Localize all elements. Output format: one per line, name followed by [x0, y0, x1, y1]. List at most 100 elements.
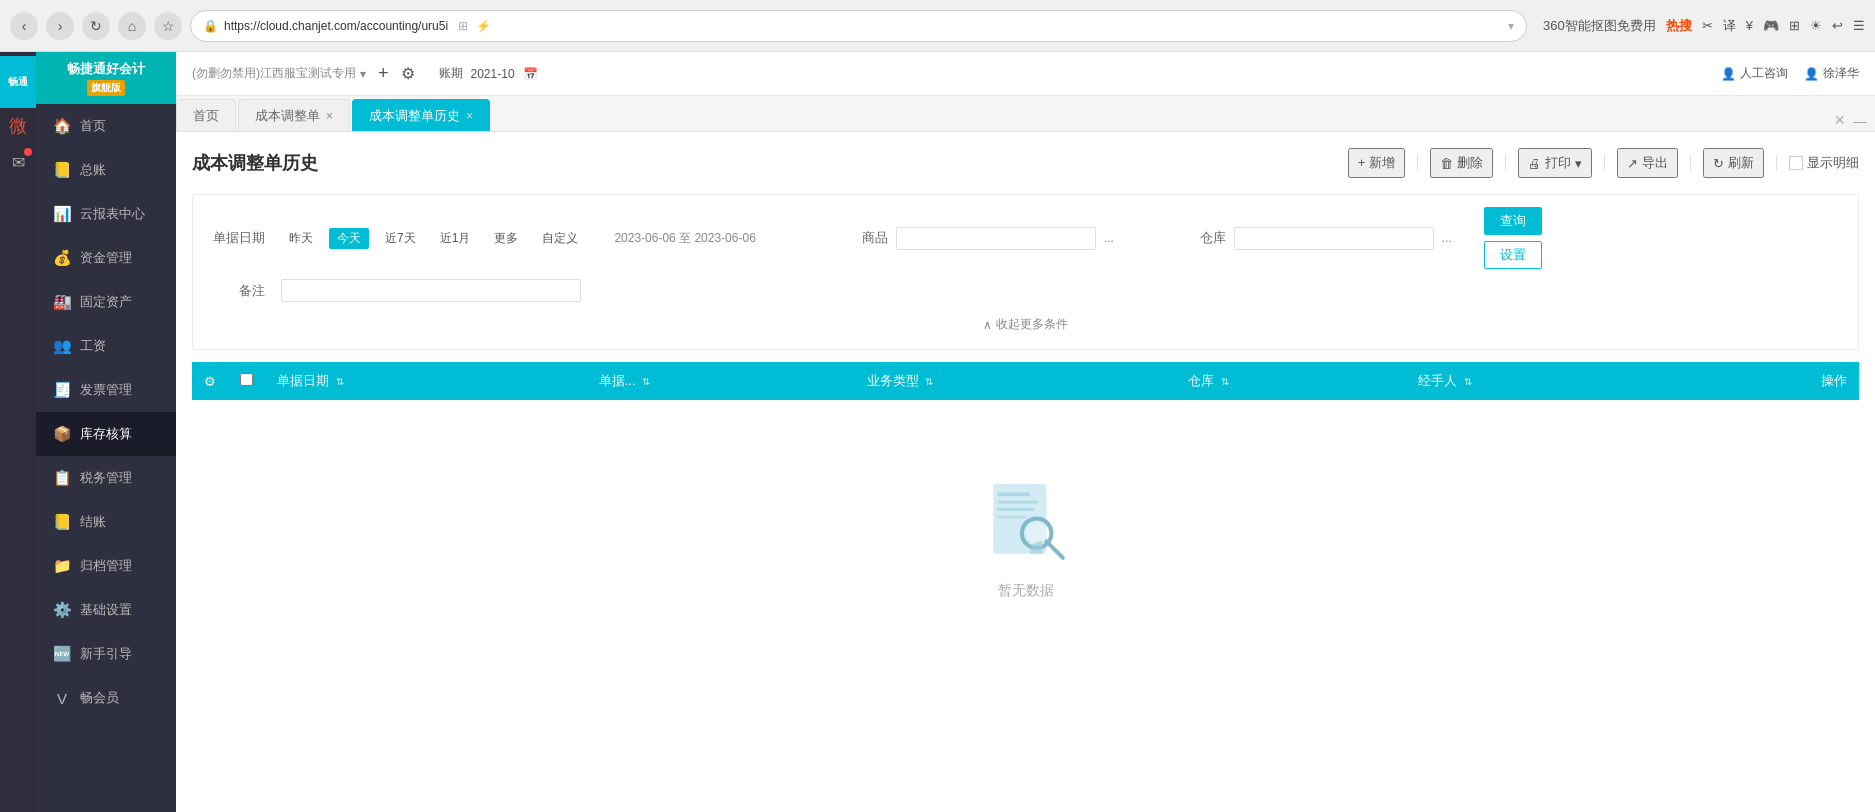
data-table: ⚙ 单据日期 ⇅ 单据... ⇅ — [192, 362, 1859, 680]
remark-input[interactable] — [281, 279, 581, 302]
date-btn-custom[interactable]: 自定义 — [534, 228, 586, 249]
tab-home[interactable]: 首页 — [176, 99, 236, 131]
guide-icon: 🆕 — [52, 645, 72, 663]
add-tab-button[interactable]: + — [378, 63, 389, 84]
invoice-icon: 🧾 — [52, 381, 72, 399]
divider-1 — [1417, 155, 1418, 171]
nav-item-invoice[interactable]: 🧾 发票管理 — [36, 368, 176, 412]
refresh-button[interactable]: ↻ 刷新 — [1703, 148, 1764, 178]
tab-cost-adjust-history-label: 成本调整单历史 — [369, 107, 460, 125]
date-btn-today[interactable]: 今天 — [329, 228, 369, 249]
product-more-btn[interactable]: ... — [1104, 231, 1114, 245]
date-btn-more[interactable]: 更多 — [486, 228, 526, 249]
search-tool[interactable]: 360智能抠图免费用 — [1543, 17, 1656, 35]
th-date[interactable]: 单据日期 ⇅ — [265, 362, 587, 400]
date-btn-1month[interactable]: 近1月 — [432, 228, 479, 249]
tab-cost-adjust[interactable]: 成本调整单 × — [238, 99, 350, 131]
query-button[interactable]: 查询 — [1484, 207, 1542, 235]
refresh-label: 刷新 — [1728, 154, 1754, 172]
print-button[interactable]: 🖨 打印 ▾ — [1518, 148, 1592, 178]
nav-item-ledger[interactable]: 📒 总账 — [36, 148, 176, 192]
settings-gear-button[interactable]: ⚙ — [401, 64, 415, 83]
divider-5 — [1776, 155, 1777, 171]
warehouse-more-btn[interactable]: ... — [1442, 231, 1452, 245]
url-dropdown-icon[interactable]: ▾ — [1508, 19, 1514, 33]
svg-rect-1 — [997, 492, 1030, 496]
wallet-tool[interactable]: ¥ — [1746, 18, 1753, 33]
assets-icon: 🏭 — [52, 293, 72, 311]
tab-cost-adjust-history[interactable]: 成本调整单历史 × — [352, 99, 490, 131]
home-button[interactable]: ⌂ — [118, 12, 146, 40]
th-warehouse[interactable]: 仓库 ⇅ — [1176, 362, 1405, 400]
nav-item-tax[interactable]: 📋 税务管理 — [36, 456, 176, 500]
nav-item-settle[interactable]: 📒 结账 — [36, 500, 176, 544]
user-button[interactable]: 👤 徐泽华 — [1804, 65, 1859, 82]
refresh-button[interactable]: ↻ — [82, 12, 110, 40]
empty-state-icon — [976, 480, 1076, 570]
th-handler[interactable]: 经手人 ⇅ — [1406, 362, 1682, 400]
tab-cost-adjust-close[interactable]: × — [326, 109, 333, 123]
close-window-button[interactable]: × — [1834, 110, 1845, 131]
hot-label[interactable]: 热搜 — [1666, 17, 1692, 35]
nav-item-settings[interactable]: ⚙️ 基础设置 — [36, 588, 176, 632]
game-tool[interactable]: 🎮 — [1763, 18, 1779, 33]
back-button[interactable]: ‹ — [10, 12, 38, 40]
menu-tool[interactable]: ☰ — [1853, 18, 1865, 33]
date-btn-7days[interactable]: 近7天 — [377, 228, 424, 249]
filter-settings-button[interactable]: 设置 — [1484, 241, 1542, 269]
filter-remark-label: 备注 — [209, 282, 265, 300]
company-selector[interactable]: (勿删勿禁用)江西服宝测试专用 ▾ — [192, 65, 366, 82]
th-settings[interactable]: ⚙ — [192, 362, 228, 400]
nav-item-assets[interactable]: 🏭 固定资产 — [36, 280, 176, 324]
grid-tool[interactable]: ⊞ — [1789, 18, 1800, 33]
filter-area: 单据日期 昨天 今天 近7天 近1月 更多 自定义 2023-06-06 至 2… — [192, 194, 1859, 350]
th-checkbox[interactable] — [228, 362, 265, 400]
nav-item-home[interactable]: 🏠 首页 — [36, 104, 176, 148]
nav-item-funds[interactable]: 💰 资金管理 — [36, 236, 176, 280]
report-icon: 📊 — [52, 205, 72, 223]
filter-date-range-area: 2023-06-06 至 2023-06-06 — [606, 230, 755, 247]
empty-text: 暂无数据 — [998, 582, 1054, 600]
bookmark-button[interactable]: ☆ — [154, 12, 182, 40]
tab-cost-adjust-history-close[interactable]: × — [466, 109, 473, 123]
nav-item-label: 畅会员 — [80, 689, 119, 707]
tab-cost-adjust-label: 成本调整单 — [255, 107, 320, 125]
svg-rect-2 — [997, 500, 1038, 503]
nav-item-inventory[interactable]: 📦 库存核算 — [36, 412, 176, 456]
calendar-icon[interactable]: 📅 — [523, 67, 538, 81]
delete-button[interactable]: 🗑 删除 — [1430, 148, 1493, 178]
collapse-button[interactable]: ∧ 收起更多条件 — [209, 312, 1842, 337]
th-handler-sort-icon: ⇅ — [1464, 376, 1472, 387]
nav-item-archive[interactable]: 📁 归档管理 — [36, 544, 176, 588]
nav-item-guide[interactable]: 🆕 新手引导 — [36, 632, 176, 676]
settings-icon: ⚙️ — [52, 601, 72, 619]
forward-button[interactable]: › — [46, 12, 74, 40]
funds-icon: 💰 — [52, 249, 72, 267]
date-btn-yesterday[interactable]: 昨天 — [281, 228, 321, 249]
product-input[interactable] — [896, 227, 1096, 250]
export-button[interactable]: ↗ 导出 — [1617, 148, 1678, 178]
th-type[interactable]: 业务类型 ⇅ — [855, 362, 1177, 400]
nav-item-vip[interactable]: V 畅会员 — [36, 676, 176, 720]
scissors-tool[interactable]: ✂ — [1702, 18, 1713, 33]
undo-tool[interactable]: ↩ — [1832, 18, 1843, 33]
th-number-sort-icon: ⇅ — [642, 376, 650, 387]
new-button[interactable]: + 新增 — [1348, 148, 1405, 178]
nav-item-salary[interactable]: 👥 工资 — [36, 324, 176, 368]
icon-sidebar-msg[interactable]: ✉ — [0, 144, 36, 180]
nav-item-label: 总账 — [80, 161, 106, 179]
select-all-checkbox[interactable] — [240, 373, 253, 386]
display-checkbox[interactable] — [1789, 156, 1803, 170]
empty-row: 暂无数据 — [192, 400, 1859, 680]
nav-item-label: 首页 — [80, 117, 106, 135]
translate-tool[interactable]: 译 — [1723, 17, 1736, 35]
nav-item-report[interactable]: 📊 云报表中心 — [36, 192, 176, 236]
home-icon: 🏠 — [52, 117, 72, 135]
url-bar[interactable]: 🔒 https://cloud.chanjet.com/accounting/u… — [190, 10, 1527, 42]
icon-sidebar-weibo[interactable]: 微 — [0, 108, 36, 144]
period-info: 账期 2021-10 📅 — [439, 65, 538, 82]
warehouse-input[interactable] — [1234, 227, 1434, 250]
consult-button[interactable]: 👤 人工咨询 — [1721, 65, 1788, 82]
brightness-tool[interactable]: ☀ — [1810, 18, 1822, 33]
th-number[interactable]: 单据... ⇅ — [587, 362, 855, 400]
